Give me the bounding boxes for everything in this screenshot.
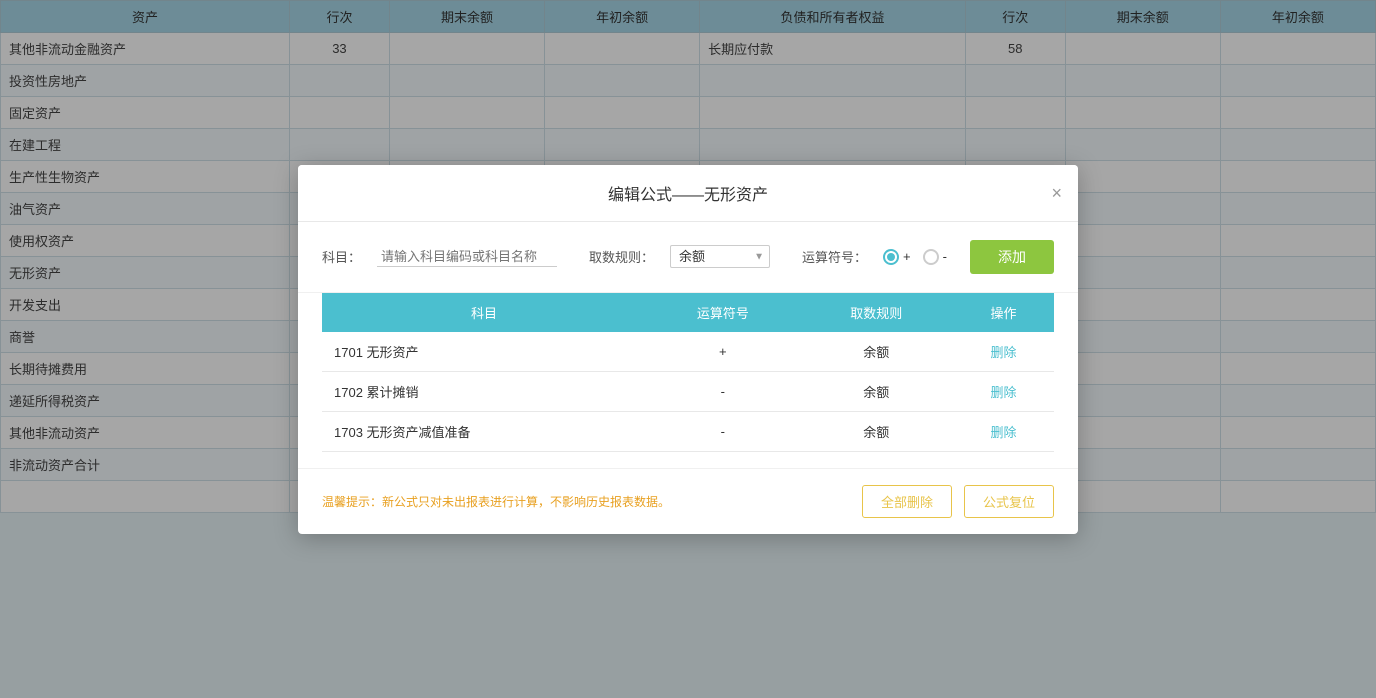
delete-all-button[interactable]: 全部删除 <box>862 485 952 518</box>
operator-minus-label: - <box>943 249 947 264</box>
formula-action[interactable]: 删除 <box>953 332 1054 372</box>
subject-label: 科目： <box>322 247 361 266</box>
modal-footer: 温馨提示：新公式只对未出报表进行计算，不影响历史报表数据。 全部删除 公式复位 <box>298 468 1078 534</box>
rule-label: 取数规则： <box>589 247 654 266</box>
modal-header: 编辑公式——无形资产 × <box>298 165 1078 222</box>
radio-minus-circle <box>923 249 939 265</box>
operator-radio-group: + - <box>883 249 947 265</box>
operator-plus-radio[interactable]: + <box>883 249 911 265</box>
formula-action[interactable]: 删除 <box>953 371 1054 411</box>
reset-formula-button[interactable]: 公式复位 <box>964 485 1054 518</box>
formula-table-wrap: 科目运算符号取数规则操作 1701 无形资产 + 余额 删除 1702 累计摊销… <box>298 293 1078 452</box>
formula-row: 1701 无形资产 + 余额 删除 <box>322 332 1054 372</box>
formula-row: 1702 累计摊销 - 余额 删除 <box>322 371 1054 411</box>
formula-rule: 余额 <box>800 411 953 451</box>
formula-form-row: 科目： 取数规则： 余额 借方发生额 贷方发生额 期初余额 ▼ 运算符号： + <box>298 222 1078 293</box>
formula-operator: - <box>646 371 799 411</box>
formula-subject: 1702 累计摊销 <box>322 371 646 411</box>
formula-operator: + <box>646 332 799 372</box>
formula-subject: 1701 无形资产 <box>322 332 646 372</box>
formula-table: 科目运算符号取数规则操作 1701 无形资产 + 余额 删除 1702 累计摊销… <box>322 293 1054 452</box>
add-button[interactable]: 添加 <box>970 240 1054 274</box>
modal-overlay: 编辑公式——无形资产 × 科目： 取数规则： 余额 借方发生额 贷方发生额 期初… <box>0 0 1376 698</box>
delete-link[interactable]: 删除 <box>991 345 1017 360</box>
rule-select[interactable]: 余额 借方发生额 贷方发生额 期初余额 <box>670 245 770 268</box>
operator-label: 运算符号： <box>802 247 867 266</box>
formula-operator: - <box>646 411 799 451</box>
modal-title: 编辑公式——无形资产 <box>608 187 768 204</box>
delete-link[interactable]: 删除 <box>991 425 1017 440</box>
table-col-header: 操作 <box>953 293 1054 332</box>
radio-plus-circle <box>883 249 899 265</box>
formula-row: 1703 无形资产减值准备 - 余额 删除 <box>322 411 1054 451</box>
subject-input[interactable] <box>377 247 557 267</box>
operator-plus-label: + <box>903 249 911 264</box>
operator-minus-radio[interactable]: - <box>923 249 947 265</box>
table-col-header: 科目 <box>322 293 646 332</box>
formula-subject: 1703 无形资产减值准备 <box>322 411 646 451</box>
modal-close-button[interactable]: × <box>1051 184 1062 202</box>
formula-rule: 余额 <box>800 371 953 411</box>
table-col-header: 取数规则 <box>800 293 953 332</box>
delete-link[interactable]: 删除 <box>991 385 1017 400</box>
table-col-header: 运算符号 <box>646 293 799 332</box>
rule-select-wrap: 余额 借方发生额 贷方发生额 期初余额 ▼ <box>670 245 770 268</box>
edit-formula-modal: 编辑公式——无形资产 × 科目： 取数规则： 余额 借方发生额 贷方发生额 期初… <box>298 165 1078 534</box>
footer-tip: 温馨提示：新公式只对未出报表进行计算，不影响历史报表数据。 <box>322 493 670 510</box>
formula-action[interactable]: 删除 <box>953 411 1054 451</box>
formula-rule: 余额 <box>800 332 953 372</box>
footer-buttons: 全部删除 公式复位 <box>862 485 1054 518</box>
